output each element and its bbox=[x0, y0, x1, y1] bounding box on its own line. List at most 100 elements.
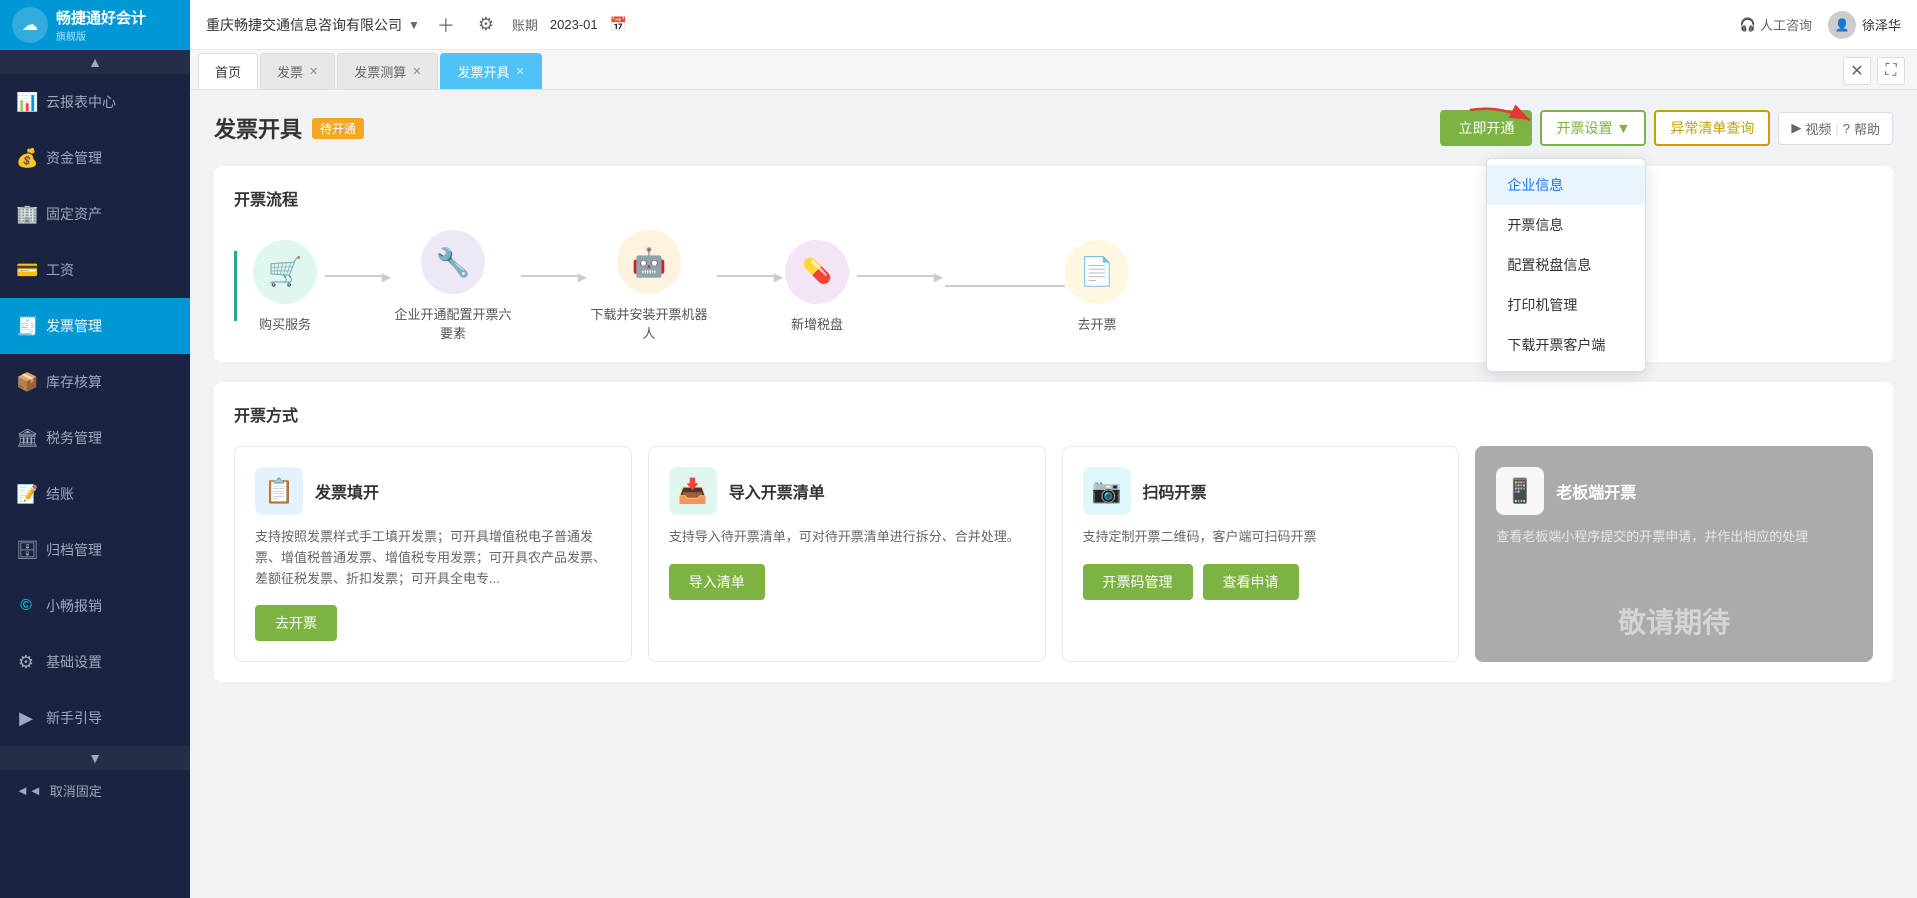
sidebar-item-invoice-mgmt[interactable]: 🧾 发票管理 bbox=[0, 298, 190, 354]
topbar-actions: ＋ ⚙ 账期 2023-01 📅 bbox=[432, 11, 627, 39]
settings-dropdown-button[interactable]: 开票设置 ▼ bbox=[1540, 110, 1646, 146]
coming-soon-overlay: 敬请期待 bbox=[1476, 601, 1872, 641]
flow-arrow-5 bbox=[945, 285, 1065, 287]
dropdown-chevron-icon: ▼ bbox=[1616, 120, 1630, 136]
config-enterprise-icon: 🔧 bbox=[421, 230, 485, 294]
fill-go-invoice-button[interactable]: 去开票 bbox=[255, 605, 337, 641]
company-selector[interactable]: 重庆畅捷交通信息咨询有限公司 ▼ bbox=[206, 15, 420, 35]
method-card-import: 📥 导入开票清单 支持导入待开票清单，可对待开票清单进行拆分、合并处理。 导入清… bbox=[648, 446, 1046, 662]
dropdown-item-download-client[interactable]: 下载开票客户端 bbox=[1487, 325, 1645, 365]
top-bar: 重庆畅捷交通信息咨询有限公司 ▼ ＋ ⚙ 账期 2023-01 📅 🎧 人工咨询… bbox=[190, 0, 1917, 50]
capital-icon: 💰 bbox=[16, 148, 36, 169]
go-invoice-icon: 📄 bbox=[1065, 240, 1129, 304]
company-name: 重庆畅捷交通信息咨询有限公司 bbox=[206, 15, 402, 35]
scan-invoice-icon: 📷 bbox=[1083, 467, 1131, 515]
page-title: 发票开具 bbox=[214, 112, 302, 144]
tab-expand-button[interactable]: ⛶ bbox=[1877, 57, 1905, 85]
view-apply-button[interactable]: 查看申请 bbox=[1203, 564, 1299, 600]
tab-invoice[interactable]: 发票 ✕ bbox=[260, 53, 335, 89]
archive-icon: 🗄 bbox=[16, 540, 36, 561]
help-label[interactable]: 帮助 bbox=[1854, 119, 1880, 138]
tab-invoice-calc[interactable]: 发票测算 ✕ bbox=[337, 53, 438, 89]
buy-service-icon: 🛒 bbox=[253, 240, 317, 304]
sidebar-item-accounting[interactable]: 📝 结账 bbox=[0, 466, 190, 522]
flow-step-config: 🔧 企业开通配置开票六要素 bbox=[393, 230, 513, 342]
dropdown-item-printer[interactable]: 打印机管理 bbox=[1487, 285, 1645, 325]
sidebar-nav: ▲ 📊 云报表中心 💰 资金管理 🏢 固定资产 💳 工资 🧾 发票管理 📦 库存… bbox=[0, 50, 190, 898]
status-badge: 待开通 bbox=[312, 118, 364, 139]
page-actions: 立即开通 开票设置 ▼ 企业信息 开票信息 配置税盘信息 打印机管理 下载开票客… bbox=[1440, 110, 1893, 146]
accounting-icon: 📝 bbox=[16, 484, 36, 505]
sidebar-item-xiao-report[interactable]: © 小畅报销 bbox=[0, 578, 190, 634]
tab-bar: 首页 发票 ✕ 发票测算 ✕ 发票开具 ✕ ✕ ⛶ bbox=[190, 50, 1917, 90]
tab-invoice-calc-close[interactable]: ✕ bbox=[412, 65, 421, 78]
page-header: 发票开具 待开通 立即开通 开票设置 ▼ 企业信息 开票信息 配置税盘信息 打印… bbox=[214, 110, 1893, 146]
calendar-icon[interactable]: 📅 bbox=[610, 16, 627, 33]
sidebar-item-fixed-assets[interactable]: 🏢 固定资产 bbox=[0, 186, 190, 242]
flow-arrow-3: ▶ bbox=[709, 275, 785, 277]
qr-manage-button[interactable]: 开票码管理 bbox=[1083, 564, 1193, 600]
sidebar-item-capital[interactable]: 💰 资金管理 bbox=[0, 130, 190, 186]
tab-invoice-issue[interactable]: 发票开具 ✕ bbox=[440, 53, 541, 89]
sidebar-item-payroll[interactable]: 💳 工资 bbox=[0, 242, 190, 298]
sidebar: ☁ 畅捷通好会计 旗舰版 ▲ 📊 云报表中心 💰 资金管理 🏢 固定资产 💳 工… bbox=[0, 0, 190, 898]
method-import-header: 📥 导入开票清单 bbox=[669, 467, 1025, 515]
pin-icon: ◄◄ bbox=[16, 783, 42, 798]
scan-buttons: 开票码管理 查看申请 bbox=[1083, 564, 1439, 600]
add-company-button[interactable]: ＋ bbox=[432, 11, 460, 39]
settings-dropdown-menu: 企业信息 开票信息 配置税盘信息 打印机管理 下载开票客户端 bbox=[1486, 158, 1646, 372]
download-robot-icon: 🤖 bbox=[617, 230, 681, 294]
sidebar-item-inventory[interactable]: 📦 库存核算 bbox=[0, 354, 190, 410]
sidebar-scroll-up[interactable]: ▲ bbox=[0, 50, 190, 74]
method-scan-header: 📷 扫码开票 bbox=[1083, 467, 1439, 515]
method-fill-header: 📋 发票填开 bbox=[255, 467, 611, 515]
sidebar-cancel-pin[interactable]: ◄◄ 取消固定 bbox=[0, 770, 190, 810]
video-label[interactable]: 视频 bbox=[1805, 119, 1831, 138]
method-section: 开票方式 📋 发票填开 支持按照发票样式手工填开发票；可开具增值税电子普通发票、… bbox=[214, 382, 1893, 682]
top-right-actions: 🎧 人工咨询 👤 徐泽华 bbox=[1740, 11, 1901, 39]
user-menu[interactable]: 👤 徐泽华 bbox=[1828, 11, 1901, 39]
import-list-button[interactable]: 导入清单 bbox=[669, 564, 765, 600]
method-card-fill: 📋 发票填开 支持按照发票样式手工填开发票；可开具增值税电子普通发票、增值税普通… bbox=[234, 446, 632, 662]
sidebar-item-cloud-report[interactable]: 📊 云报表中心 bbox=[0, 74, 190, 130]
tab-invoice-issue-close[interactable]: ✕ bbox=[516, 65, 525, 78]
fixed-assets-icon: 🏢 bbox=[16, 204, 36, 225]
tax-disk-icon: 💊 bbox=[785, 240, 849, 304]
method-section-title: 开票方式 bbox=[234, 402, 1873, 426]
method-cards: 📋 发票填开 支持按照发票样式手工填开发票；可开具增值税电子普通发票、增值税普通… bbox=[234, 446, 1873, 662]
video-help-group: ▶ 视频 | ? 帮助 bbox=[1778, 112, 1893, 145]
dropdown-item-company-info[interactable]: 企业信息 bbox=[1487, 165, 1645, 205]
flow-left-bar bbox=[234, 251, 237, 321]
method-card-boss: 📱 老板端开票 查看老板端小程序提交的开票申请，并作出相应的处理 敬请期待 bbox=[1475, 446, 1873, 662]
tax-icon: 🏛 bbox=[16, 428, 36, 449]
consult-button[interactable]: 🎧 人工咨询 bbox=[1740, 15, 1812, 34]
tab-home[interactable]: 首页 bbox=[198, 53, 258, 89]
settings-button[interactable]: ⚙ bbox=[472, 11, 500, 39]
flow-step-tax-disk: 💊 新增税盘 bbox=[785, 240, 849, 333]
payroll-icon: 💳 bbox=[16, 260, 36, 281]
logo-text: 畅捷通好会计 旗舰版 bbox=[56, 7, 146, 43]
sidebar-item-archive[interactable]: 🗄 归档管理 bbox=[0, 522, 190, 578]
settings-wrapper: 开票设置 ▼ 企业信息 开票信息 配置税盘信息 打印机管理 下载开票客户端 bbox=[1540, 110, 1646, 146]
import-list-icon: 📥 bbox=[669, 467, 717, 515]
cloud-report-icon: 📊 bbox=[16, 92, 36, 113]
logo-icon: ☁ bbox=[12, 7, 48, 43]
red-arrow-indicator bbox=[1460, 100, 1540, 143]
sidebar-item-tax[interactable]: 🏛 税务管理 bbox=[0, 410, 190, 466]
boss-invoice-icon: 📱 bbox=[1496, 467, 1544, 515]
invoice-mgmt-icon: 🧾 bbox=[16, 316, 36, 337]
method-card-scan: 📷 扫码开票 支持定制开票二维码，客户端可扫码开票 开票码管理 查看申请 bbox=[1062, 446, 1460, 662]
dropdown-item-tax-disk[interactable]: 配置税盘信息 bbox=[1487, 245, 1645, 285]
sidebar-scroll-down[interactable]: ▼ bbox=[0, 746, 190, 770]
tab-invoice-close[interactable]: ✕ bbox=[309, 65, 318, 78]
fill-invoice-icon: 📋 bbox=[255, 467, 303, 515]
settings-sidebar-icon: ⚙ bbox=[16, 652, 36, 673]
main-content: 发票开具 待开通 立即开通 开票设置 ▼ 企业信息 开票信息 配置税盘信息 打印… bbox=[190, 0, 1917, 898]
tab-close-button[interactable]: ✕ bbox=[1843, 57, 1871, 85]
sidebar-item-guide[interactable]: ▶ 新手引导 bbox=[0, 690, 190, 746]
sidebar-item-settings[interactable]: ⚙ 基础设置 bbox=[0, 634, 190, 690]
user-avatar: 👤 bbox=[1828, 11, 1856, 39]
flow-step-download: 🤖 下载并安装开票机器人 bbox=[589, 230, 709, 342]
exception-list-button[interactable]: 异常清单查询 bbox=[1654, 110, 1770, 146]
dropdown-item-invoice-info[interactable]: 开票信息 bbox=[1487, 205, 1645, 245]
